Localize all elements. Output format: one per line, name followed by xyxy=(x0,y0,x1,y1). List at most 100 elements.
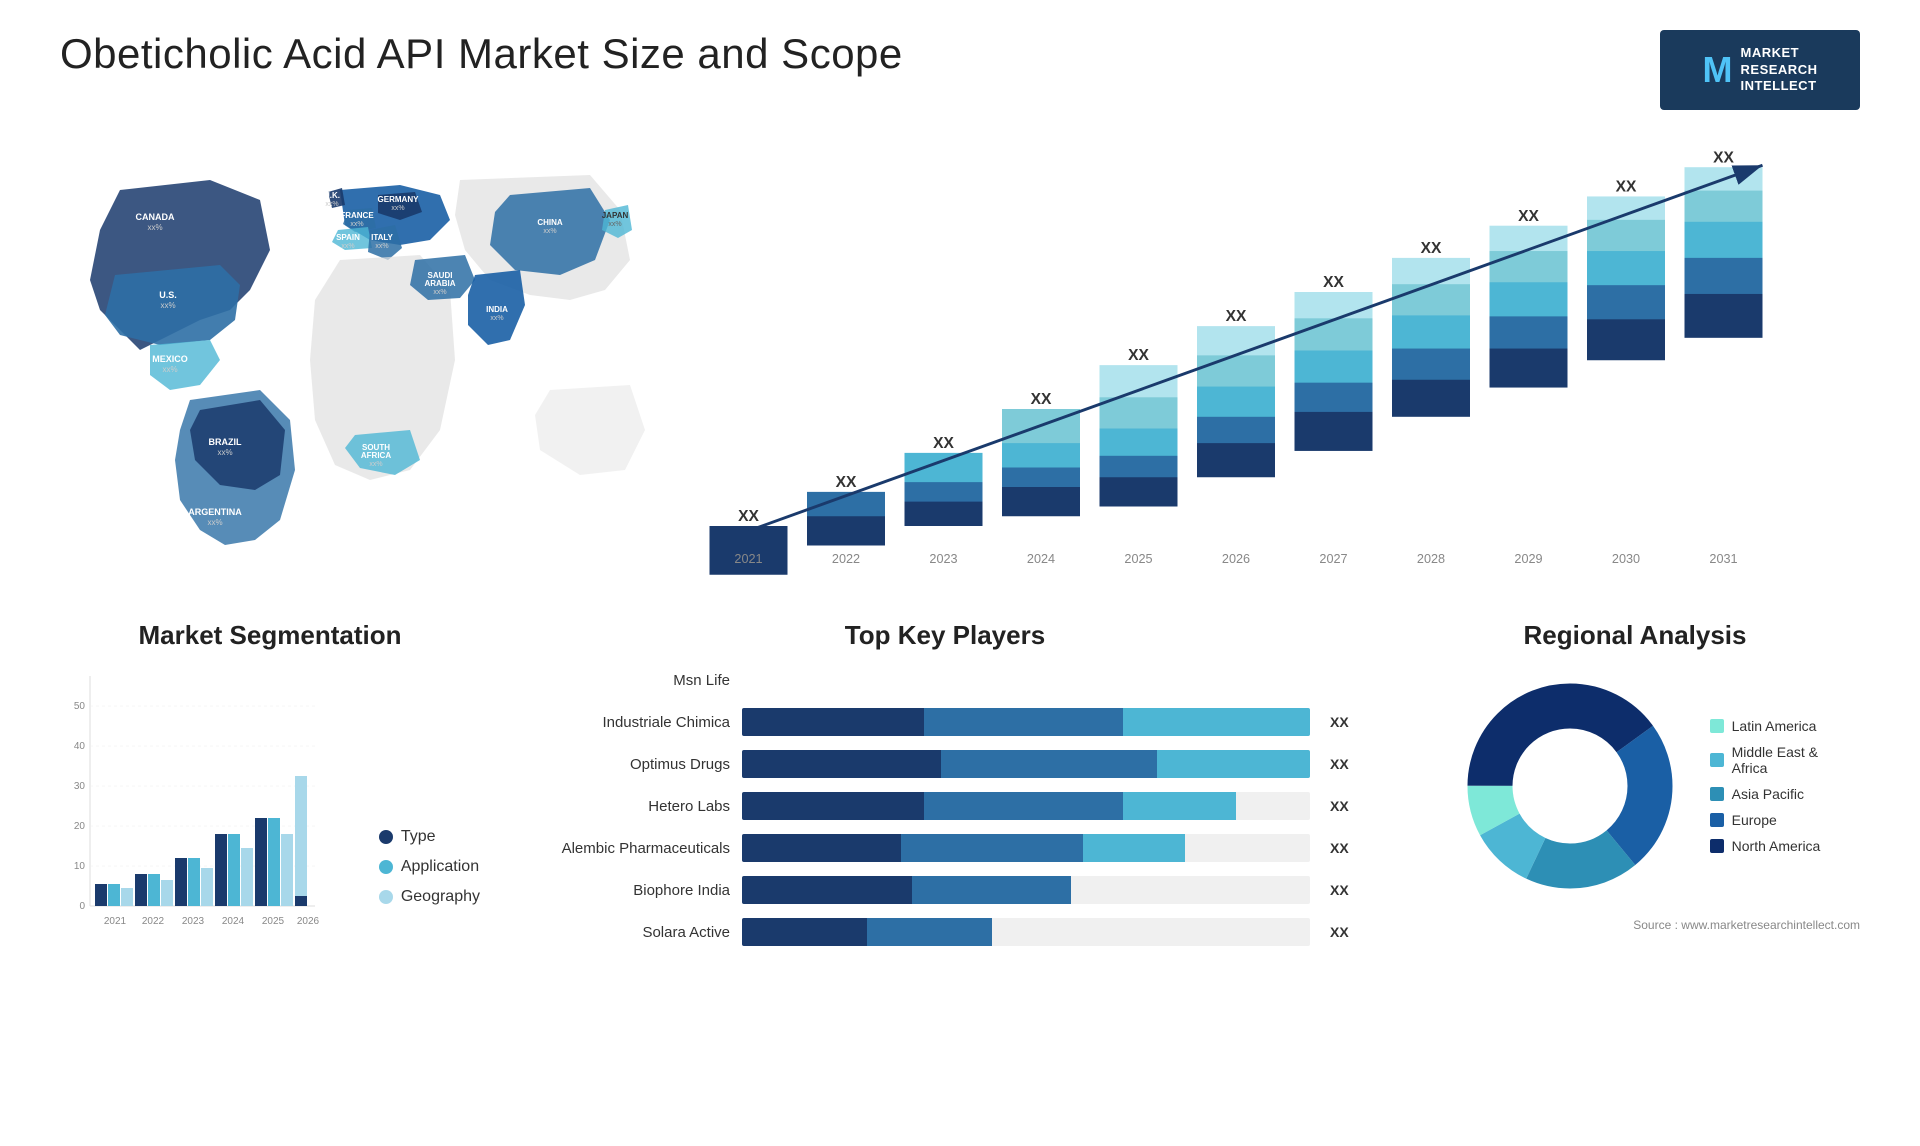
svg-text:XX: XX xyxy=(738,508,759,525)
svg-text:xx%: xx% xyxy=(433,289,446,296)
player-name: Biophore India xyxy=(530,882,730,899)
player-name: Alembic Pharmaceuticals xyxy=(530,840,730,857)
bar-dark xyxy=(742,708,924,736)
legend-geography-label: Geography xyxy=(401,888,480,906)
svg-text:MEXICO: MEXICO xyxy=(152,354,188,364)
page-header: Obeticholic Acid API Market Size and Sco… xyxy=(60,30,1860,110)
logo-text-3: INTELLECT xyxy=(1741,78,1818,95)
legend-geography: Geography xyxy=(379,888,480,906)
svg-text:50: 50 xyxy=(74,701,86,712)
player-bar xyxy=(742,666,1310,694)
players-title: Top Key Players xyxy=(530,620,1360,651)
regional-title: Regional Analysis xyxy=(1410,620,1860,651)
growth-chart-section: XX 2021 XX 2022 XX 2023 XX 2024 xyxy=(690,130,1860,610)
svg-text:xx%: xx% xyxy=(325,201,338,208)
svg-text:xx%: xx% xyxy=(341,243,354,250)
svg-text:xx%: xx% xyxy=(375,243,388,250)
player-row-industriale: Industriale Chimica XX xyxy=(530,708,1360,736)
bar-2025-seg1 xyxy=(1100,477,1178,506)
world-map-svg: CANADA xx% U.S. xx% MEXICO xx% BRAZIL xx… xyxy=(60,130,660,560)
player-bar xyxy=(742,834,1310,862)
svg-text:xx%: xx% xyxy=(391,205,404,212)
svg-text:XX: XX xyxy=(1616,179,1637,196)
legend-dot-europe xyxy=(1710,813,1724,827)
svg-text:XX: XX xyxy=(1713,149,1734,166)
bar-light xyxy=(1123,792,1237,820)
svg-text:2024: 2024 xyxy=(1027,552,1055,566)
svg-text:xx%: xx% xyxy=(207,518,222,527)
regional-section: Regional Analysis xyxy=(1410,620,1860,960)
svg-text:2023: 2023 xyxy=(182,916,205,927)
player-name: Hetero Labs xyxy=(530,798,730,815)
legend-dot-mea xyxy=(1710,753,1724,767)
svg-text:0: 0 xyxy=(79,901,85,912)
svg-text:xx%: xx% xyxy=(490,315,503,322)
svg-text:2026: 2026 xyxy=(1222,552,1250,566)
bar-dark xyxy=(742,792,924,820)
player-name: Industriale Chimica xyxy=(530,714,730,731)
svg-text:2021: 2021 xyxy=(104,916,127,927)
svg-text:XX: XX xyxy=(1031,391,1052,408)
legend-label-europe: Europe xyxy=(1732,812,1777,828)
legend-application-label: Application xyxy=(401,858,479,876)
bar-mid xyxy=(867,918,992,946)
svg-text:2024: 2024 xyxy=(222,916,245,927)
player-bar xyxy=(742,750,1310,778)
logo-text-1: MARKET xyxy=(1741,45,1818,62)
player-row-biophore: Biophore India XX xyxy=(530,876,1360,904)
svg-text:INDIA: INDIA xyxy=(486,305,508,314)
svg-text:2025: 2025 xyxy=(262,916,285,927)
svg-text:U.K.: U.K. xyxy=(324,191,340,200)
legend-label-apac: Asia Pacific xyxy=(1732,786,1804,802)
svg-text:JAPAN: JAPAN xyxy=(602,211,629,220)
legend-label-mea: Middle East &Africa xyxy=(1732,744,1818,776)
regional-donut-svg xyxy=(1450,666,1690,906)
svg-text:CANADA: CANADA xyxy=(136,212,175,222)
world-map-section: CANADA xx% U.S. xx% MEXICO xx% BRAZIL xx… xyxy=(60,130,660,610)
bar-mid xyxy=(941,750,1157,778)
segmentation-chart-svg: 0 10 20 30 40 50 2021 xyxy=(60,666,320,946)
svg-text:xx%: xx% xyxy=(543,228,556,235)
regional-legend: Latin America Middle East &Africa Asia P… xyxy=(1710,718,1821,854)
player-name: Optimus Drugs xyxy=(530,756,730,773)
svg-text:2031: 2031 xyxy=(1709,552,1737,566)
svg-text:40: 40 xyxy=(74,741,86,752)
svg-text:2022: 2022 xyxy=(142,916,165,927)
bar-2021-seg1 xyxy=(710,526,788,575)
svg-text:ARABIA: ARABIA xyxy=(424,279,455,288)
players-section: Top Key Players Msn Life Industriale Chi… xyxy=(510,620,1380,960)
legend-asia-pacific: Asia Pacific xyxy=(1710,786,1821,802)
bar-mid xyxy=(924,708,1123,736)
segmentation-title: Market Segmentation xyxy=(60,620,480,651)
svg-text:FRANCE: FRANCE xyxy=(340,211,374,220)
legend-label-latin: Latin America xyxy=(1732,718,1817,734)
svg-text:CHINA: CHINA xyxy=(537,218,563,227)
svg-text:2023: 2023 xyxy=(929,552,957,566)
legend-middle-east: Middle East &Africa xyxy=(1710,744,1821,776)
legend-north-america: North America xyxy=(1710,838,1821,854)
svg-text:xx%: xx% xyxy=(160,301,175,310)
svg-text:BRAZIL: BRAZIL xyxy=(209,437,242,447)
legend-geography-dot xyxy=(379,890,393,904)
legend-dot-latin xyxy=(1710,719,1724,733)
player-bar xyxy=(742,792,1310,820)
svg-text:ITALY: ITALY xyxy=(371,233,393,242)
bar-light xyxy=(1083,834,1185,862)
player-row-hetero: Hetero Labs XX xyxy=(530,792,1360,820)
player-value: XX xyxy=(1330,924,1360,940)
legend-application-dot xyxy=(379,860,393,874)
logo-text-2: RESEARCH xyxy=(1741,62,1818,79)
legend-dot-na xyxy=(1710,839,1724,853)
segmentation-legend: Type Application Geography xyxy=(379,828,480,946)
svg-text:xx%: xx% xyxy=(369,461,382,468)
player-row-optimus: Optimus Drugs XX xyxy=(530,750,1360,778)
svg-text:30: 30 xyxy=(74,781,86,792)
player-value: XX xyxy=(1330,840,1360,856)
legend-application: Application xyxy=(379,858,480,876)
bar-light xyxy=(1123,708,1310,736)
logo-area: M MARKET RESEARCH INTELLECT xyxy=(1660,30,1860,110)
svg-text:xx%: xx% xyxy=(350,221,363,228)
svg-text:GERMANY: GERMANY xyxy=(378,195,420,204)
svg-text:20: 20 xyxy=(74,821,86,832)
svg-text:2022: 2022 xyxy=(832,552,860,566)
